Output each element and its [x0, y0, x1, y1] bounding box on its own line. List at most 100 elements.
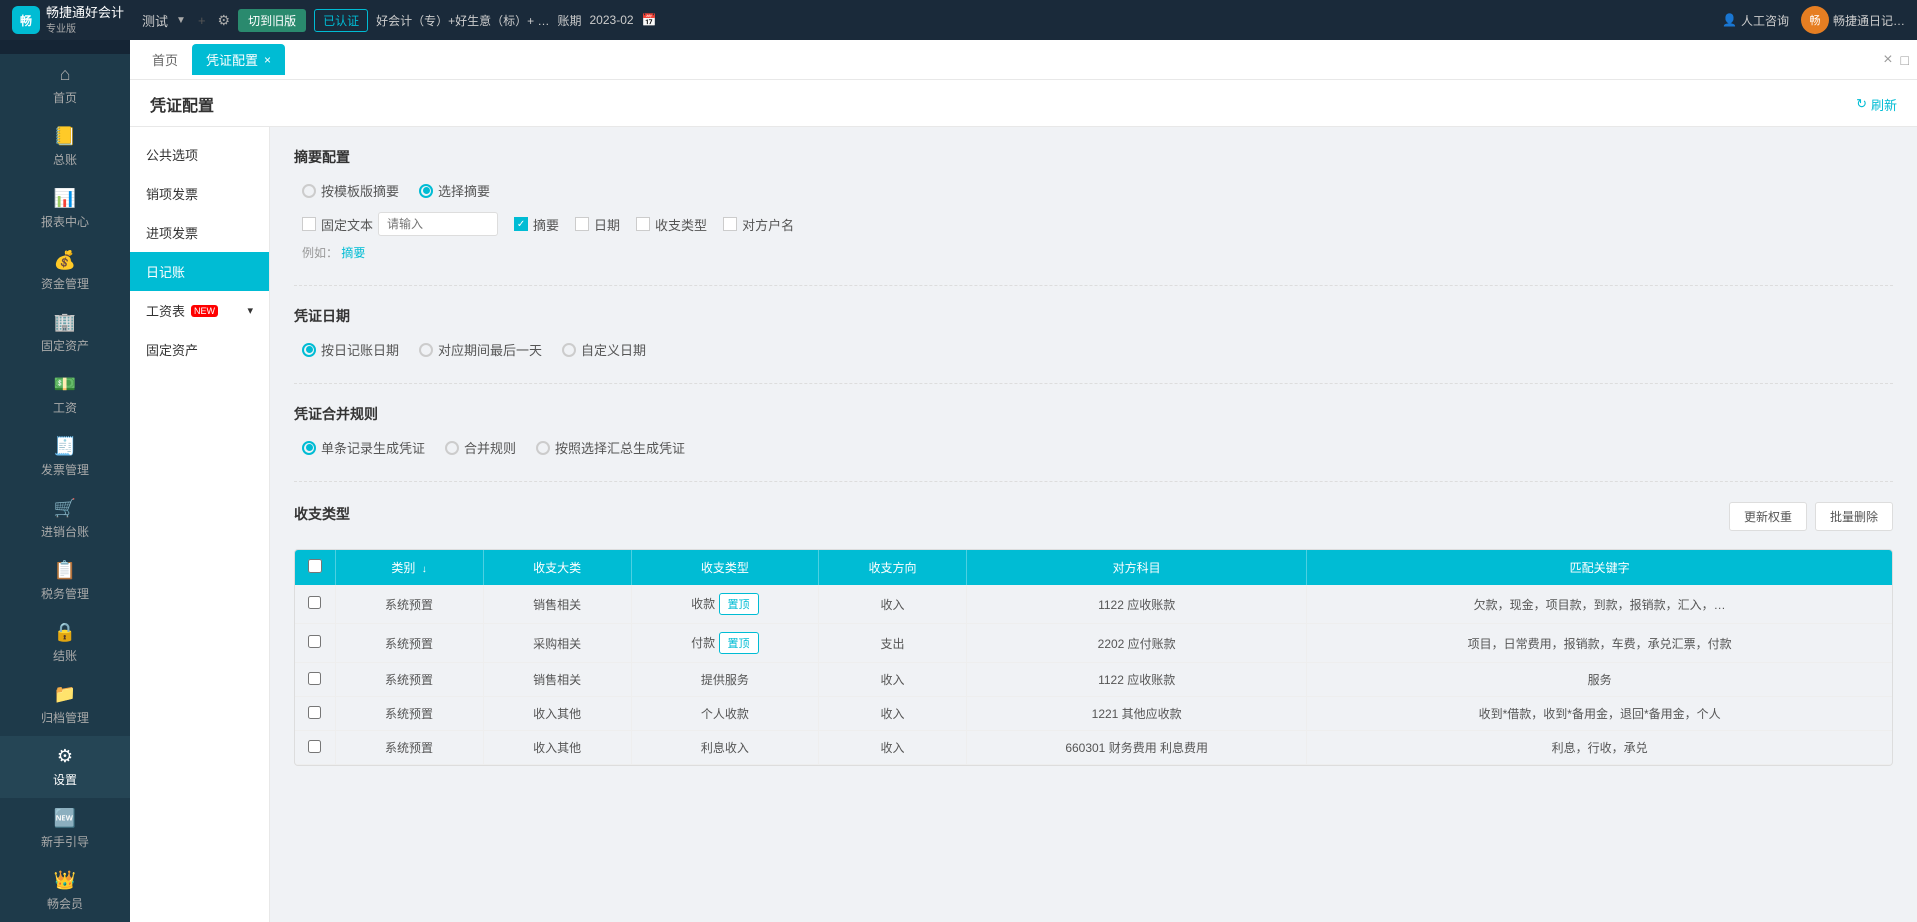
- checkbox-fixed-text[interactable]: 固定文本: [302, 212, 498, 236]
- top-tag-2[interactable]: 置顶: [719, 632, 759, 654]
- sidebar-label-reports: 报表中心: [41, 213, 89, 230]
- row-checkbox-1[interactable]: [308, 596, 321, 609]
- logo: 畅 畅捷通好会计 专业版: [12, 5, 124, 36]
- checkbox-box-income-type: [636, 217, 650, 231]
- select-all-checkbox[interactable]: [308, 559, 322, 573]
- env-dropdown-icon[interactable]: ▼: [176, 15, 186, 26]
- cell-category-4: 系统预置: [335, 697, 483, 731]
- inner-sidebar-purchase-invoice[interactable]: 进项发票: [130, 213, 269, 252]
- radio-custom-date[interactable]: 自定义日期: [562, 340, 646, 359]
- radio-choose-summary[interactable]: 选择摘要: [419, 181, 490, 200]
- table-row: 系统预置 销售相关 收款 置顶 收入 1122 应收账款 欠款，现金: [295, 585, 1892, 624]
- sidebar-item-funds[interactable]: 💰 资金管理: [0, 240, 130, 302]
- divider-2: [294, 383, 1893, 384]
- fixed-text-input[interactable]: [378, 212, 498, 236]
- sidebar-item-closing[interactable]: 🔒 结账: [0, 612, 130, 674]
- sidebar-item-member[interactable]: 👑 畅会员: [0, 860, 130, 922]
- sidebar-item-ledger[interactable]: 📒 总账: [0, 116, 130, 178]
- sidebar-item-reports[interactable]: 📊 报表中心: [0, 178, 130, 240]
- tab-home[interactable]: 首页: [138, 44, 192, 75]
- summary-title: 摘要配置: [294, 147, 1893, 167]
- settings-icon[interactable]: ⚙: [218, 12, 231, 29]
- checkbox-counterparty[interactable]: 对方户名: [723, 215, 794, 234]
- checkbox-date[interactable]: 日期: [575, 215, 620, 234]
- checkbox-summary[interactable]: ✓ 摘要: [514, 215, 559, 234]
- row-checkbox-2[interactable]: [308, 635, 321, 648]
- summary-section: 摘要配置 按模板版摘要 选择摘要: [294, 147, 1893, 261]
- radio-merge-rule[interactable]: 合并规则: [445, 438, 516, 457]
- env-label[interactable]: 测试: [142, 11, 168, 30]
- table-row: 系统预置 收入其他 利息收入 收入 660301 财务费用 利息费用 利息，行收…: [295, 731, 1892, 765]
- example-area: 例如： 摘要: [302, 244, 1885, 261]
- tab-close-icon[interactable]: ×: [264, 53, 271, 67]
- sidebar-label-guide: 新手引导: [41, 833, 89, 850]
- calendar-icon[interactable]: 📅: [642, 13, 657, 27]
- radio-journal-date[interactable]: 按日记账日期: [302, 340, 399, 359]
- table-row: 系统预置 采购相关 付款 置顶 支出 2202 应付账款 项目，日常: [295, 624, 1892, 663]
- inner-sidebar-fixed-assets[interactable]: 固定资产: [130, 330, 269, 369]
- col-keywords: 匹配关键字: [1307, 550, 1892, 585]
- cell-direction-2: 支出: [818, 624, 966, 663]
- update-weight-btn[interactable]: 更新权重: [1729, 502, 1807, 531]
- sidebar-item-tax[interactable]: 📋 税务管理: [0, 550, 130, 612]
- inner-sidebar-journal[interactable]: 日记账: [130, 252, 269, 291]
- period-value: 2023-02: [590, 13, 634, 27]
- radio-dot-select-total: [536, 441, 550, 455]
- refresh-icon: ↻: [1856, 96, 1867, 112]
- window-max-icon[interactable]: □: [1901, 52, 1909, 68]
- inner-sidebar-public[interactable]: 公共选项: [130, 135, 269, 174]
- row-checkbox-5[interactable]: [308, 740, 321, 753]
- cell-direction-3: 收入: [818, 663, 966, 697]
- refresh-btn[interactable]: ↻ 刷新: [1856, 95, 1897, 114]
- certified-badge: 已认证: [314, 9, 368, 32]
- cell-bigclass-3: 销售相关: [483, 663, 631, 697]
- radio-last-day[interactable]: 对应期间最后一天: [419, 340, 542, 359]
- user-area[interactable]: 畅 畅捷通日记…: [1801, 6, 1905, 34]
- radio-single-record[interactable]: 单条记录生成凭证: [302, 438, 425, 457]
- table-row: 系统预置 销售相关 提供服务 收入 1122 应收账款 服务: [295, 663, 1892, 697]
- row-checkbox-4[interactable]: [308, 706, 321, 719]
- radio-dot-choose: [419, 184, 433, 198]
- inner-sidebar-salary[interactable]: 工资表 NEW ▾: [130, 291, 269, 330]
- batch-delete-btn[interactable]: 批量删除: [1815, 502, 1893, 531]
- sidebar-item-guide[interactable]: 🆕 新手引导: [0, 798, 130, 860]
- cell-category-1: 系统预置: [335, 585, 483, 624]
- example-value: 摘要: [341, 246, 365, 260]
- table-actions: 更新权重 批量删除: [1729, 502, 1893, 531]
- cell-type-4: 个人收款: [631, 697, 818, 731]
- new-badge: NEW: [191, 305, 218, 317]
- cell-account-1: 1122 应收账款: [967, 585, 1307, 624]
- sidebar-label-purchase: 进销台账: [41, 523, 89, 540]
- consult-btn[interactable]: 👤 人工咨询: [1722, 12, 1789, 29]
- tab-voucher-config[interactable]: 凭证配置 ×: [192, 44, 285, 75]
- switch-version-btn[interactable]: 切到旧版: [238, 9, 306, 32]
- row-checkbox-3[interactable]: [308, 672, 321, 685]
- radio-template-summary[interactable]: 按模板版摘要: [302, 181, 399, 200]
- top-divider1: +: [198, 13, 206, 28]
- table-row: 系统预置 收入其他 个人收款 收入 1221 其他应收款 收到*借款，收到*备用…: [295, 697, 1892, 731]
- sidebar-logo: [0, 40, 130, 54]
- sidebar-item-archive[interactable]: 📁 归档管理: [0, 674, 130, 736]
- consult-icon: 👤: [1722, 13, 1737, 27]
- merge-radio-group: 单条记录生成凭证 合并规则 按照选择汇总生成凭证: [302, 438, 1885, 457]
- cell-type-5: 利息收入: [631, 731, 818, 765]
- sidebar-item-assets[interactable]: 🏢 固定资产: [0, 302, 130, 364]
- member-icon: 👑: [54, 870, 76, 891]
- sidebar-item-settings[interactable]: ⚙ 设置: [0, 736, 130, 798]
- window-close-icon[interactable]: ×: [1883, 51, 1892, 69]
- date-radio-group: 按日记账日期 对应期间最后一天 自定义日期: [302, 340, 1885, 359]
- logo-text: 畅捷通好会计 专业版: [46, 5, 124, 36]
- sidebar-label-settings: 设置: [53, 771, 77, 788]
- inner-sidebar-sales-invoice[interactable]: 销项发票: [130, 174, 269, 213]
- sidebar-item-salary[interactable]: 💵 工资: [0, 364, 130, 426]
- sidebar-item-home[interactable]: ⌂ 首页: [0, 54, 130, 116]
- radio-dot-journal-date: [302, 343, 316, 357]
- sidebar-item-invoice[interactable]: 🧾 发票管理: [0, 426, 130, 488]
- radio-select-total[interactable]: 按照选择汇总生成凭证: [536, 438, 685, 457]
- sidebar-item-purchase[interactable]: 🛒 进销台账: [0, 488, 130, 550]
- cell-bigclass-4: 收入其他: [483, 697, 631, 731]
- checkbox-income-type[interactable]: 收支类型: [636, 215, 707, 234]
- reports-icon: 📊: [54, 188, 76, 209]
- top-tag-1[interactable]: 置顶: [719, 593, 759, 615]
- home-icon: ⌂: [60, 64, 71, 85]
